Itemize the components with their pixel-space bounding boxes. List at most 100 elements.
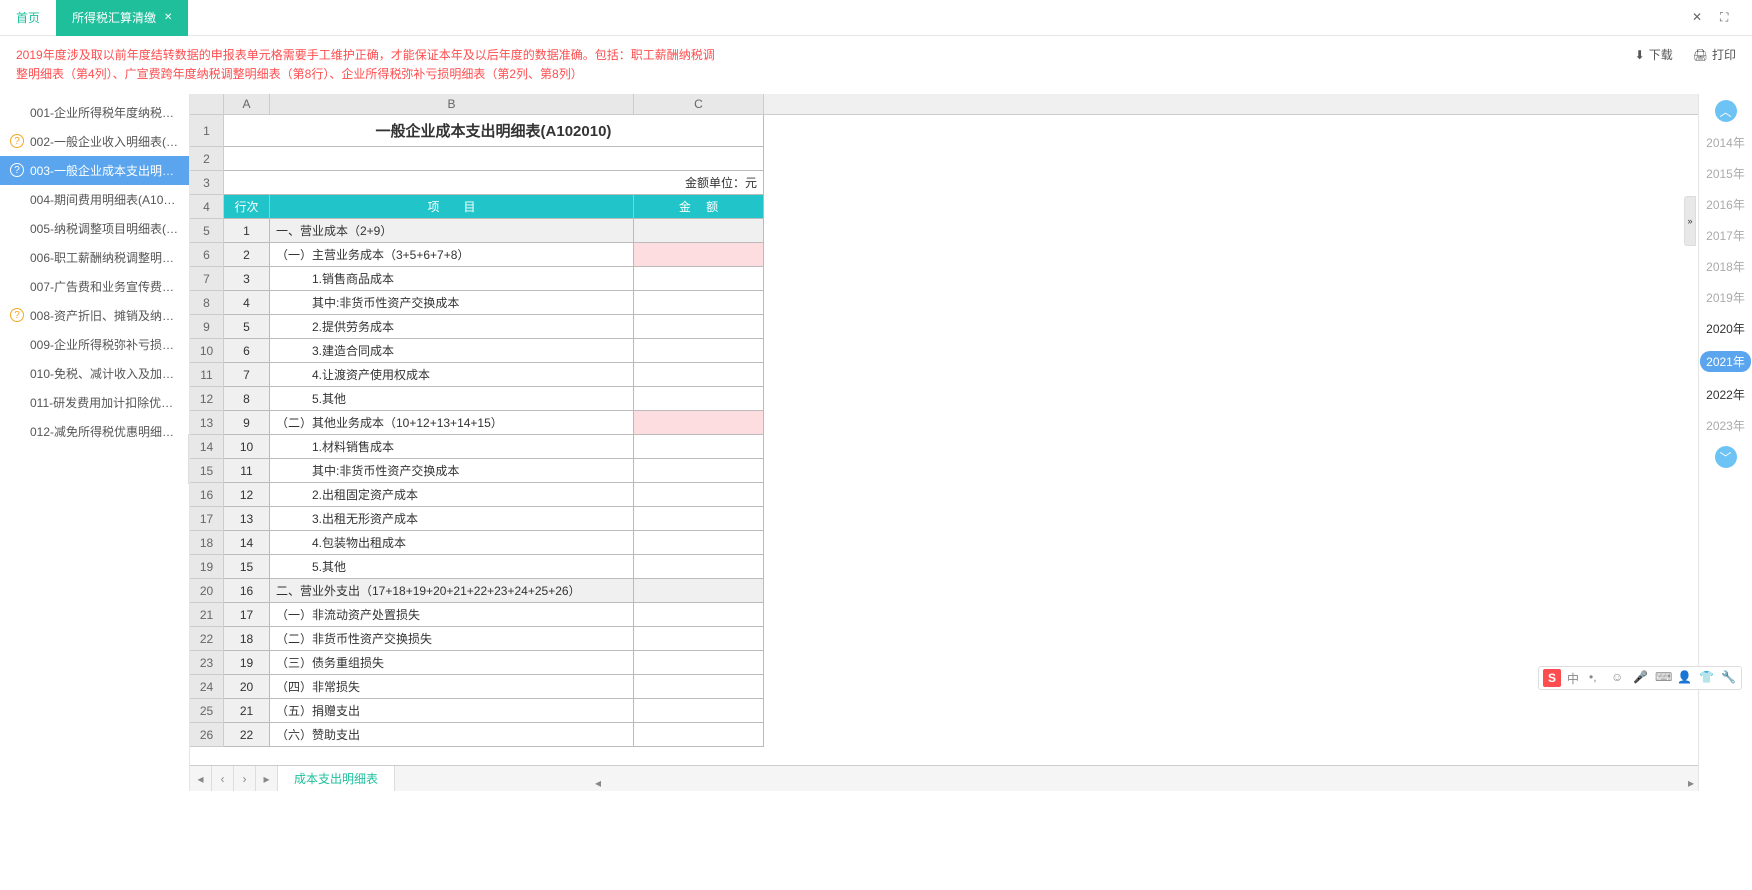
scroll-right-icon[interactable]: ▸ <box>1688 776 1698 786</box>
amount-cell[interactable] <box>634 267 764 291</box>
row-header[interactable]: 1 <box>190 115 224 147</box>
sheet-nav-next[interactable]: › <box>234 766 256 792</box>
amount-cell[interactable] <box>634 411 764 435</box>
year-2018年[interactable]: 2018年 <box>1706 258 1745 275</box>
row-header[interactable]: 6 <box>190 243 224 267</box>
col-header-c[interactable]: C <box>634 94 764 114</box>
ime-sogou-icon[interactable]: S <box>1543 669 1561 687</box>
row-header[interactable]: 22 <box>190 627 224 651</box>
sidebar-item-8[interactable]: 009-企业所得税弥补亏损明... <box>0 330 189 359</box>
year-panel-expand-button[interactable]: » <box>1684 196 1696 246</box>
row-header[interactable]: 15 <box>190 459 224 483</box>
tab-home[interactable]: 首页 <box>0 0 56 36</box>
row-header[interactable]: 2 <box>190 147 224 171</box>
amount-cell[interactable] <box>634 675 764 699</box>
row-header[interactable]: 11 <box>190 363 224 387</box>
amount-cell[interactable] <box>634 627 764 651</box>
scroll-left-icon[interactable]: ◂ <box>595 776 605 786</box>
sheet-nav-first[interactable]: ◂ <box>190 766 212 792</box>
row-header[interactable]: 17 <box>190 507 224 531</box>
row-header[interactable]: 7 <box>190 267 224 291</box>
amount-cell[interactable] <box>634 507 764 531</box>
row-header[interactable]: 10 <box>190 339 224 363</box>
amount-cell[interactable] <box>634 651 764 675</box>
sidebar-item-2[interactable]: ?003-一般企业成本支出明细... <box>0 156 189 185</box>
ime-lang-icon[interactable]: 中 <box>1567 670 1583 686</box>
row-header[interactable]: 26 <box>190 723 224 747</box>
window-close-icon[interactable]: ✕ <box>1692 10 1708 26</box>
amount-cell[interactable] <box>634 579 764 603</box>
scroll-down-icon[interactable]: ﹀ <box>1715 446 1737 468</box>
amount-cell[interactable] <box>634 459 764 483</box>
sidebar-item-6[interactable]: 007-广告费和业务宣传费跨... <box>0 272 189 301</box>
year-2022年[interactable]: 2022年 <box>1706 386 1745 403</box>
row-header[interactable]: 9 <box>190 315 224 339</box>
fullscreen-icon[interactable]: ⛶ <box>1720 10 1736 26</box>
row-header[interactable]: 8 <box>190 291 224 315</box>
year-2023年[interactable]: 2023年 <box>1706 417 1745 434</box>
row-header[interactable]: 4 <box>190 195 224 219</box>
amount-cell[interactable] <box>634 387 764 411</box>
amount-cell[interactable] <box>634 483 764 507</box>
sidebar-item-7[interactable]: ?008-资产折旧、摊销及纳税... <box>0 301 189 330</box>
tab-active[interactable]: 所得税汇算清缴 ✕ <box>56 0 188 36</box>
row-header[interactable]: 19 <box>190 555 224 579</box>
amount-cell[interactable] <box>634 339 764 363</box>
year-2014年[interactable]: 2014年 <box>1706 134 1745 151</box>
amount-cell[interactable] <box>634 315 764 339</box>
sidebar-item-4[interactable]: 005-纳税调整项目明细表(A... <box>0 214 189 243</box>
row-header[interactable]: 21 <box>190 603 224 627</box>
row-header[interactable]: 13 <box>190 411 224 435</box>
row-header[interactable]: 24 <box>190 675 224 699</box>
amount-cell[interactable] <box>634 555 764 579</box>
grid-corner[interactable] <box>190 94 224 114</box>
sheet-nav-prev[interactable]: ‹ <box>212 766 234 792</box>
row-header[interactable]: 5 <box>190 219 224 243</box>
row-header[interactable]: 25 <box>190 699 224 723</box>
ime-skin-icon[interactable]: 👕 <box>1699 670 1715 686</box>
sheet-tab[interactable]: 成本支出明细表 <box>278 766 395 792</box>
sidebar-item-3[interactable]: 004-期间费用明细表(A1040... <box>0 185 189 214</box>
amount-cell[interactable] <box>634 699 764 723</box>
row-header[interactable]: 3 <box>190 171 224 195</box>
ime-tool-icon[interactable]: 🔧 <box>1721 670 1737 686</box>
ime-punct-icon[interactable]: •, <box>1589 670 1605 686</box>
year-2016年[interactable]: 2016年 <box>1706 196 1745 213</box>
row-header[interactable]: 18 <box>190 531 224 555</box>
amount-cell[interactable] <box>634 435 764 459</box>
sidebar-item-1[interactable]: ?002-一般企业收入明细表(A10... <box>0 127 189 156</box>
ime-emoji-icon[interactable]: ☺ <box>1611 670 1627 686</box>
sidebar-item-0[interactable]: 001-企业所得税年度纳税申... <box>0 98 189 127</box>
print-button[interactable]: 🖨 打印 <box>1693 46 1736 63</box>
sheet-nav-last[interactable]: ▸ <box>256 766 278 792</box>
amount-cell[interactable] <box>634 603 764 627</box>
year-2020年[interactable]: 2020年 <box>1706 320 1745 337</box>
year-2017年[interactable]: 2017年 <box>1706 227 1745 244</box>
col-header-a[interactable]: A <box>224 94 270 114</box>
download-button[interactable]: ⬇ 下载 <box>1635 46 1673 63</box>
row-header[interactable]: 14 <box>190 435 224 459</box>
row-header[interactable]: 20 <box>190 579 224 603</box>
year-2021年[interactable]: 2021年 <box>1700 351 1751 372</box>
ime-keyboard-icon[interactable]: ⌨ <box>1655 670 1671 686</box>
ime-user-icon[interactable]: 👤 <box>1677 670 1693 686</box>
sidebar-item-10[interactable]: 011-研发费用加计扣除优惠... <box>0 388 189 417</box>
amount-cell[interactable] <box>634 243 764 267</box>
sidebar-item-11[interactable]: 012-减免所得税优惠明细表(... <box>0 417 189 446</box>
row-header[interactable]: 12 <box>190 387 224 411</box>
year-2019年[interactable]: 2019年 <box>1706 289 1745 306</box>
sidebar-item-5[interactable]: 006-职工薪酬纳税调整明细... <box>0 243 189 272</box>
amount-cell[interactable] <box>634 291 764 315</box>
row-header[interactable]: 16 <box>190 483 224 507</box>
row-header[interactable]: 23 <box>190 651 224 675</box>
scroll-up-icon[interactable]: ︿ <box>1715 100 1737 122</box>
amount-cell[interactable] <box>634 219 764 243</box>
amount-cell[interactable] <box>634 363 764 387</box>
close-icon[interactable]: ✕ <box>164 12 172 23</box>
year-2015年[interactable]: 2015年 <box>1706 165 1745 182</box>
ime-voice-icon[interactable]: 🎤 <box>1633 670 1649 686</box>
amount-cell[interactable] <box>634 531 764 555</box>
col-header-b[interactable]: B <box>270 94 634 114</box>
horizontal-scrollbar[interactable]: ◂ ▸ <box>595 772 1698 786</box>
amount-cell[interactable] <box>634 723 764 747</box>
